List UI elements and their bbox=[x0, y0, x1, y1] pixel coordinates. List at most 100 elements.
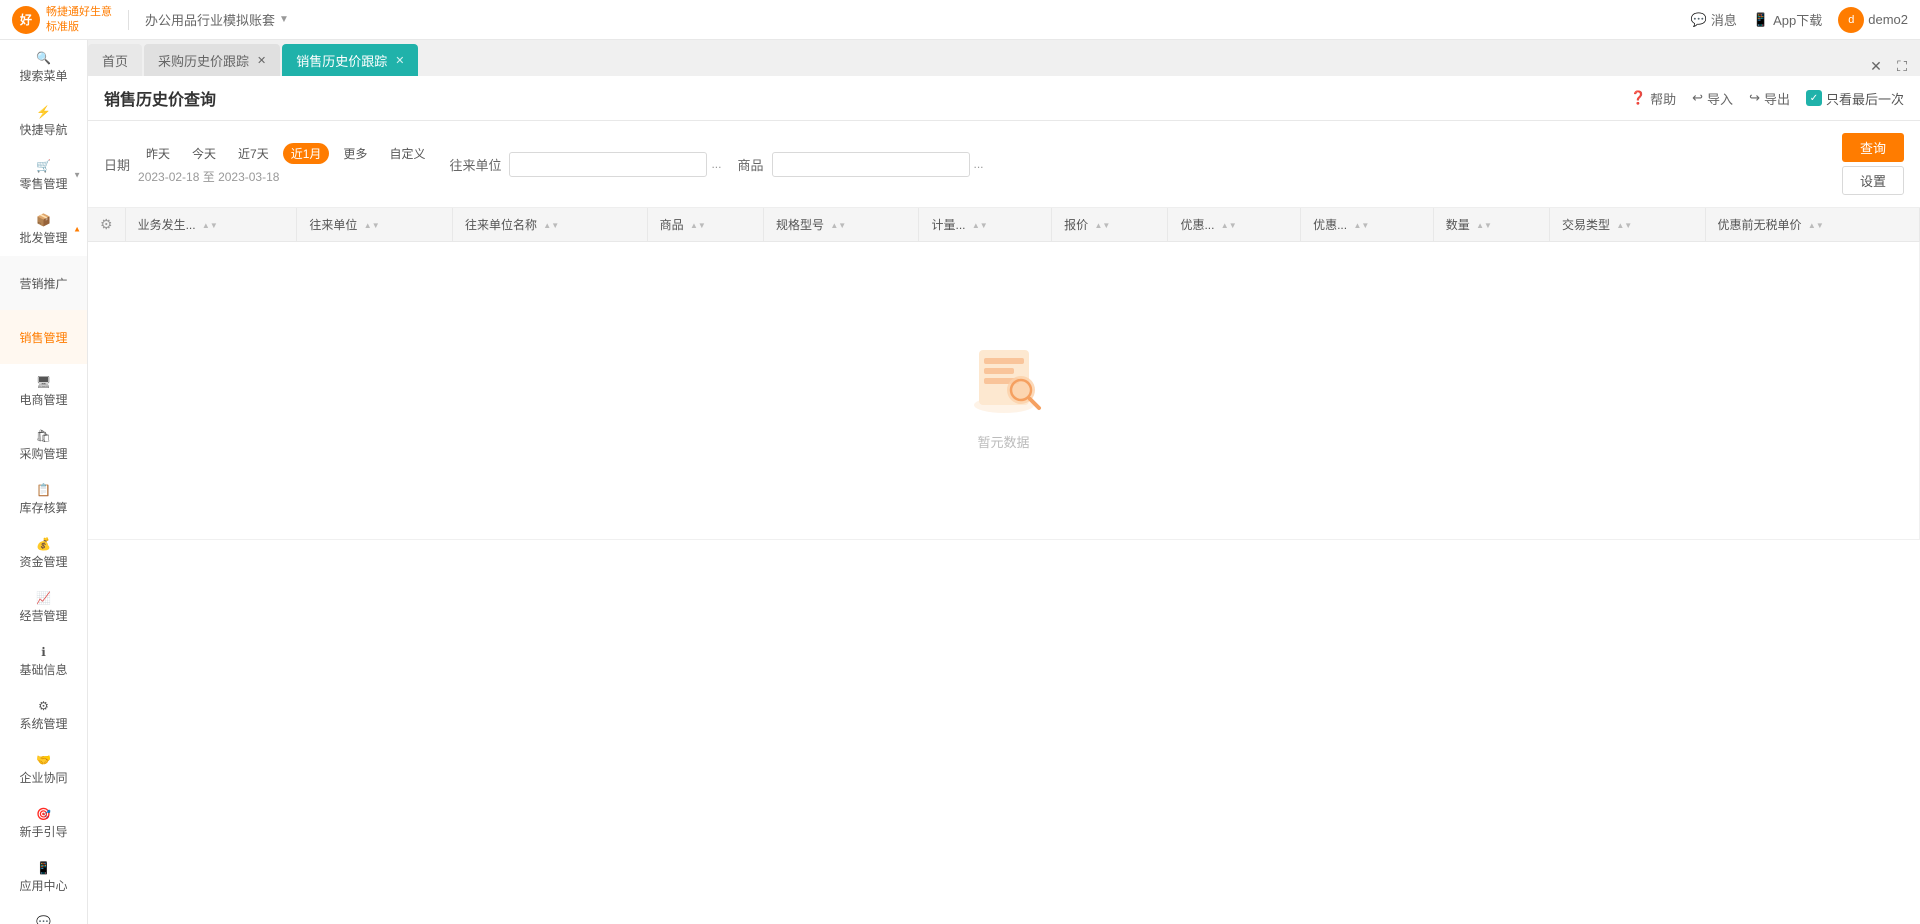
th-biz-date[interactable]: 业务发生... ▲▼ bbox=[125, 208, 297, 242]
counterpart-ellipsis[interactable]: ... bbox=[711, 157, 721, 171]
data-table: ⚙ 业务发生... ▲▼ 往来单位 ▲▼ 往来单位名称 ▲▼ bbox=[88, 208, 1920, 540]
table-header: ⚙ 业务发生... ▲▼ 往来单位 ▲▼ 往来单位名称 ▲▼ bbox=[88, 208, 1920, 242]
sidebar-item-sales-mgmt[interactable]: 销售管理 bbox=[0, 310, 87, 364]
sort-icon: ▲▼ bbox=[1616, 222, 1632, 230]
date-opt-more[interactable]: 更多 bbox=[335, 143, 375, 164]
filter-bar: 日期 昨天 今天 近7天 近1月 更多 自定义 2023-02-18 至 202… bbox=[88, 121, 1920, 208]
query-button[interactable]: 查询 bbox=[1842, 133, 1904, 162]
user-profile[interactable]: d demo2 bbox=[1838, 7, 1908, 33]
sidebar-item-retail[interactable]: 🛒 零售管理 bbox=[0, 148, 87, 202]
th-discount1[interactable]: 优惠... ▲▼ bbox=[1168, 208, 1301, 242]
maximize-button[interactable]: ⛶ bbox=[1892, 56, 1912, 76]
close-window-button[interactable]: ✕ bbox=[1866, 56, 1886, 76]
import-button[interactable]: ↩ 导入 bbox=[1692, 89, 1733, 108]
column-settings-icon[interactable]: ⚙ bbox=[100, 216, 113, 232]
content-area: 首页 采购历史价跟踪 ✕ 销售历史价跟踪 ✕ ✕ ⛶ 销售历史价查询 ❓ 帮助 bbox=[88, 40, 1920, 924]
topbar-left: 好 畅捷通好生意 标准版 办公用品行业模拟账套 ▼ bbox=[12, 5, 289, 34]
empty-cell: 暂元数据 bbox=[88, 242, 1920, 540]
enterprise-icon: 🤝 bbox=[36, 753, 51, 767]
th-quote[interactable]: 报价 ▲▼ bbox=[1052, 208, 1168, 242]
date-opt-1month[interactable]: 近1月 bbox=[283, 143, 330, 164]
settings-button[interactable]: 设置 bbox=[1842, 166, 1904, 195]
sidebar-item-business[interactable]: 📈 经营管理 bbox=[0, 580, 87, 634]
company-selector[interactable]: 办公用品行业模拟账套 ▼ bbox=[145, 10, 289, 29]
basic-icon: ℹ bbox=[41, 645, 46, 659]
goods-ellipsis[interactable]: ... bbox=[974, 157, 984, 171]
goods-label: 商品 bbox=[737, 155, 763, 174]
sort-icon: ▲▼ bbox=[364, 222, 380, 230]
th-trade-type[interactable]: 交易类型 ▲▼ bbox=[1550, 208, 1706, 242]
empty-state: 暂元数据 bbox=[100, 250, 1907, 531]
sidebar-item-appstore[interactable]: 📱 应用中心 bbox=[0, 850, 87, 904]
goods-input[interactable] bbox=[772, 152, 970, 177]
search-icon: 🔍 bbox=[36, 51, 51, 65]
sidebar-item-basic[interactable]: ℹ 基础信息 bbox=[0, 634, 87, 688]
th-goods[interactable]: 商品 ▲▼ bbox=[647, 208, 763, 242]
tab-purchase-history[interactable]: 采购历史价跟踪 ✕ bbox=[144, 44, 280, 76]
close-sales-history-tab[interactable]: ✕ bbox=[395, 54, 404, 67]
tab-actions: ✕ ⛶ bbox=[1866, 56, 1920, 76]
message-button[interactable]: 💬 消息 bbox=[1691, 10, 1737, 29]
goods-filter-group: 商品 ... bbox=[737, 152, 983, 177]
business-icon: 📈 bbox=[36, 591, 51, 605]
avatar: d bbox=[1838, 7, 1864, 33]
export-button[interactable]: ↪ 导出 bbox=[1749, 89, 1790, 108]
page-title: 销售历史价查询 bbox=[104, 86, 216, 110]
sidebar-item-marketing[interactable]: 营销推广 bbox=[0, 256, 87, 310]
sidebar-item-search[interactable]: 🔍 搜索菜单 bbox=[0, 40, 87, 94]
help-button[interactable]: ❓ 帮助 bbox=[1630, 89, 1676, 108]
message-icon: 💬 bbox=[1691, 12, 1707, 28]
sidebar-item-enterprise[interactable]: 🤝 企业协同 bbox=[0, 742, 87, 796]
counterpart-filter-group: 往来单位 ... bbox=[449, 152, 721, 177]
th-unit[interactable]: 计量... ▲▼ bbox=[919, 208, 1052, 242]
logo-area: 好 畅捷通好生意 标准版 bbox=[12, 5, 112, 34]
sort-icon: ▲▼ bbox=[830, 222, 846, 230]
counterpart-label: 往来单位 bbox=[449, 155, 501, 174]
wechat-icon: 💬 bbox=[36, 915, 51, 924]
empty-text: 暂元数据 bbox=[977, 432, 1029, 451]
th-quantity[interactable]: 数量 ▲▼ bbox=[1433, 208, 1549, 242]
sidebar-item-shortcut[interactable]: ⚡ 快捷导航 bbox=[0, 94, 87, 148]
th-counterpart-code[interactable]: 往来单位 ▲▼ bbox=[297, 208, 453, 242]
date-options: 昨天 今天 近7天 近1月 更多 自定义 bbox=[138, 143, 433, 164]
sort-icon: ▲▼ bbox=[1353, 222, 1369, 230]
app-download-button[interactable]: 📱 App下载 bbox=[1753, 10, 1822, 29]
date-label: 日期 bbox=[104, 155, 130, 174]
date-opt-7days[interactable]: 近7天 bbox=[230, 143, 277, 164]
topbar: 好 畅捷通好生意 标准版 办公用品行业模拟账套 ▼ 💬 消息 📱 App下载 d… bbox=[0, 0, 1920, 40]
only-last-checkbox[interactable]: ✓ bbox=[1806, 90, 1822, 106]
sidebar-item-inventory[interactable]: 📋 库存核算 bbox=[0, 472, 87, 526]
sort-icon: ▲▼ bbox=[1094, 222, 1110, 230]
help-icon: ❓ bbox=[1630, 90, 1646, 106]
chevron-down-icon: ▼ bbox=[279, 14, 289, 25]
sidebar-item-finance[interactable]: 💰 资金管理 bbox=[0, 526, 87, 580]
sidebar-item-ecommerce[interactable]: 🖥 电商管理 bbox=[0, 364, 87, 418]
only-last-toggle[interactable]: ✓ 只看最后一次 bbox=[1806, 89, 1904, 108]
counterpart-input[interactable] bbox=[509, 152, 707, 177]
retail-icon: 🛒 bbox=[36, 159, 51, 173]
wholesale-icon: 📦 bbox=[36, 213, 51, 227]
sidebar: 🔍 搜索菜单 ⚡ 快捷导航 🛒 零售管理 📦 批发管理 营销推广 销售管理 🖥 … bbox=[0, 40, 88, 924]
sidebar-item-guide[interactable]: 🎯 新手引导 bbox=[0, 796, 87, 850]
sort-icon: ▲▼ bbox=[202, 222, 218, 230]
sort-icon: ▲▼ bbox=[1808, 222, 1824, 230]
date-opt-today[interactable]: 今天 bbox=[184, 143, 224, 164]
sidebar-item-system[interactable]: ⚙ 系统管理 bbox=[0, 688, 87, 742]
tab-sales-history[interactable]: 销售历史价跟踪 ✕ bbox=[282, 44, 418, 76]
sidebar-item-wechat[interactable]: 💬 企业微信 bbox=[0, 904, 87, 924]
close-purchase-history-tab[interactable]: ✕ bbox=[257, 54, 266, 67]
th-price-no-tax[interactable]: 优惠前无税单价 ▲▼ bbox=[1705, 208, 1919, 242]
th-gear[interactable]: ⚙ bbox=[88, 208, 125, 242]
topbar-right: 💬 消息 📱 App下载 d demo2 bbox=[1691, 7, 1908, 33]
sidebar-item-wholesale[interactable]: 📦 批发管理 bbox=[0, 202, 87, 256]
date-opt-yesterday[interactable]: 昨天 bbox=[138, 143, 178, 164]
th-discount2[interactable]: 优惠... ▲▼ bbox=[1301, 208, 1434, 242]
sidebar-item-purchase[interactable]: 🛍 采购管理 bbox=[0, 418, 87, 472]
divider bbox=[128, 10, 129, 30]
tab-home[interactable]: 首页 bbox=[88, 44, 142, 76]
th-counterpart-name[interactable]: 往来单位名称 ▲▼ bbox=[452, 208, 647, 242]
empty-row: 暂元数据 bbox=[88, 242, 1920, 540]
date-opt-custom[interactable]: 自定义 bbox=[381, 143, 433, 164]
th-spec[interactable]: 规格型号 ▲▼ bbox=[763, 208, 919, 242]
date-range-display: 2023-02-18 至 2023-03-18 bbox=[138, 168, 433, 185]
